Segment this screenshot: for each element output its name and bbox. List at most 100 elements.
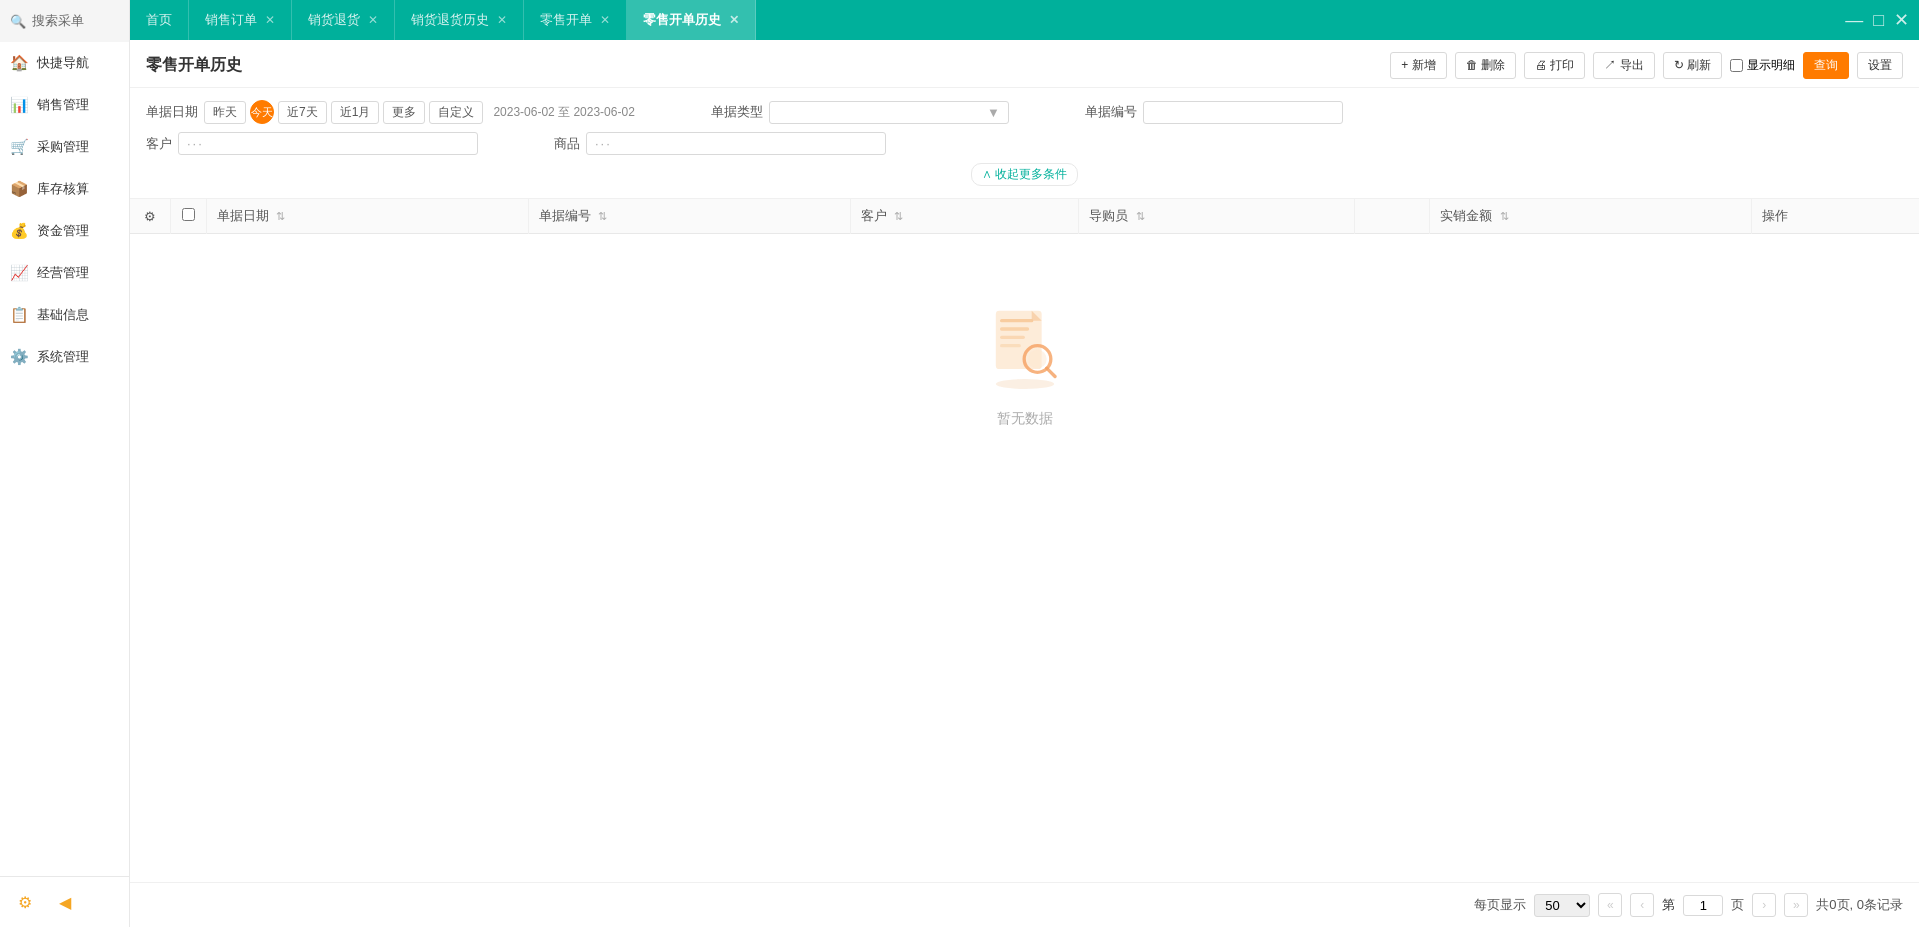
sidebar-item-label: 销售管理 bbox=[37, 96, 89, 114]
date-more[interactable]: 更多 bbox=[383, 101, 425, 124]
sidebar-item-purchase-mgmt[interactable]: 🛒采购管理 bbox=[0, 126, 129, 168]
customer-filter: 客户 ··· bbox=[146, 132, 478, 155]
sidebar-item-label: 采购管理 bbox=[37, 138, 89, 156]
tab-close-sales-return-history[interactable]: ✕ bbox=[497, 13, 507, 27]
number-sort-icon[interactable]: ⇅ bbox=[598, 210, 607, 222]
th-amount: 实销金额 ⇅ bbox=[1430, 199, 1752, 234]
tab-label: 首页 bbox=[146, 11, 172, 29]
filter-row-2: 客户 ··· 商品 ··· bbox=[146, 132, 1903, 155]
date-sort-icon[interactable]: ⇅ bbox=[276, 210, 285, 222]
type-label: 单据类型 bbox=[711, 103, 763, 121]
sidebar-item-finance[interactable]: 💰资金管理 bbox=[0, 210, 129, 252]
operations-icon: 📈 bbox=[10, 264, 29, 282]
date-7days[interactable]: 近7天 bbox=[278, 101, 327, 124]
number-label: 单据编号 bbox=[1085, 103, 1137, 121]
tab-retail-open-history[interactable]: 零售开单历史✕ bbox=[627, 0, 756, 40]
search-icon: 🔍 bbox=[10, 14, 26, 29]
th-checkbox[interactable] bbox=[170, 199, 206, 234]
sidebar-settings-btn[interactable]: ⚙ bbox=[10, 887, 40, 917]
page-title: 零售开单历史 bbox=[146, 55, 242, 76]
sidebar-item-label: 经营管理 bbox=[37, 264, 89, 282]
tab-sales-order[interactable]: 销售订单✕ bbox=[189, 0, 292, 40]
filter-row-1: 单据日期 昨天 今天 近7天 近1月 更多 自定义 2023-06-02 至 2… bbox=[146, 100, 1903, 124]
tab-bar: 首页销售订单✕销货退货✕销货退货历史✕零售开单✕零售开单历史✕ — □ ✕ bbox=[130, 0, 1919, 40]
customer-sort-icon[interactable]: ⇅ bbox=[894, 210, 903, 222]
goods-select[interactable]: ··· bbox=[586, 132, 886, 155]
date-today[interactable]: 今天 bbox=[250, 100, 274, 124]
tab-close-retail-open[interactable]: ✕ bbox=[600, 13, 610, 27]
display-cols-checkbox[interactable]: 显示明细 bbox=[1730, 57, 1795, 74]
sidebar-collapse-btn[interactable]: ◀ bbox=[50, 887, 80, 917]
per-page-label: 每页显示 bbox=[1474, 896, 1526, 914]
page-word: 第 bbox=[1662, 896, 1675, 914]
date-1month[interactable]: 近1月 bbox=[331, 101, 380, 124]
sidebar-item-sys-mgmt[interactable]: ⚙️系统管理 bbox=[0, 336, 129, 378]
sidebar-search-btn[interactable]: 🔍 搜索采单 bbox=[0, 0, 129, 42]
per-page-select[interactable]: 50 10 20 100 bbox=[1534, 894, 1590, 917]
settings-btn[interactable]: 设置 bbox=[1857, 52, 1903, 79]
tab-label: 销货退货历史 bbox=[411, 11, 489, 29]
delete-btn[interactable]: 🗑 删除 bbox=[1455, 52, 1516, 79]
tab-sales-return-history[interactable]: 销货退货历史 ✕ bbox=[395, 0, 524, 40]
svg-rect-2 bbox=[1000, 319, 1033, 322]
tab-sales-return[interactable]: 销货退货 ✕ bbox=[292, 0, 395, 40]
minimize-btn[interactable]: — bbox=[1845, 10, 1863, 31]
customer-select[interactable]: ··· bbox=[178, 132, 478, 155]
refresh-btn[interactable]: ↻ 刷新 bbox=[1663, 52, 1722, 79]
goods-dots: ··· bbox=[595, 136, 612, 151]
sidebar-item-label: 快捷导航 bbox=[37, 54, 89, 72]
number-input[interactable] bbox=[1143, 101, 1343, 124]
date-yesterday[interactable]: 昨天 bbox=[204, 101, 246, 124]
th-action: 操作 bbox=[1752, 199, 1919, 234]
page-number-input[interactable] bbox=[1683, 895, 1723, 916]
select-all-checkbox[interactable] bbox=[182, 208, 195, 221]
date-label: 单据日期 bbox=[146, 103, 198, 121]
empty-icon bbox=[975, 294, 1075, 394]
tab-label: 零售开单 bbox=[540, 11, 592, 29]
sys-mgmt-icon: ⚙️ bbox=[10, 348, 29, 366]
data-table: ⚙ 单据日期 ⇅ 单据编号 ⇅ 客户 bbox=[130, 199, 1919, 234]
tab-label: 销货退货 bbox=[308, 11, 360, 29]
sidebar-item-sales-mgmt[interactable]: 📊 销售管理 bbox=[0, 84, 129, 126]
last-page-btn[interactable]: » bbox=[1784, 893, 1808, 917]
amount-sort-icon[interactable]: ⇅ bbox=[1500, 210, 1509, 222]
collapse-btn[interactable]: ∧ 收起更多条件 bbox=[971, 163, 1078, 186]
finance-icon: 💰 bbox=[10, 222, 29, 240]
display-cols-input[interactable] bbox=[1730, 59, 1743, 72]
type-select[interactable]: ▼ bbox=[769, 101, 1009, 124]
tab-retail-open[interactable]: 零售开单 ✕ bbox=[524, 0, 627, 40]
add-btn[interactable]: + 新增 bbox=[1390, 52, 1446, 79]
sidebar-item-inventory[interactable]: 📦库存核算 bbox=[0, 168, 129, 210]
th-gear[interactable]: ⚙ bbox=[130, 199, 170, 234]
tab-close-retail-open-history[interactable]: ✕ bbox=[729, 13, 739, 27]
tab-close-sales-return[interactable]: ✕ bbox=[368, 13, 378, 27]
salesperson-sort-icon[interactable]: ⇅ bbox=[1136, 210, 1145, 222]
print-btn[interactable]: 🖨 打印 bbox=[1524, 52, 1585, 79]
sidebar-item-base-info[interactable]: 📋基础信息 bbox=[0, 294, 129, 336]
svg-rect-3 bbox=[1000, 327, 1029, 330]
sidebar-item-label: 库存核算 bbox=[37, 180, 89, 198]
prev-page-btn[interactable]: ‹ bbox=[1630, 893, 1654, 917]
customer-dots: ··· bbox=[187, 136, 204, 151]
first-page-btn[interactable]: « bbox=[1598, 893, 1622, 917]
page-summary: 共0页, 0条记录 bbox=[1816, 896, 1903, 914]
sidebar-nav: 🏠快捷导航 📊 销售管理 🛒采购管理📦库存核算💰资金管理 📈 经营管理 📋基础信息⚙️系统管… bbox=[0, 42, 129, 876]
th-spacer bbox=[1354, 199, 1429, 234]
close-btn[interactable]: ✕ bbox=[1894, 9, 1909, 31]
table-header-row: ⚙ 单据日期 ⇅ 单据编号 ⇅ 客户 bbox=[130, 199, 1919, 234]
base-info-icon: 📋 bbox=[10, 306, 29, 324]
customer-label: 客户 bbox=[146, 135, 172, 153]
date-custom[interactable]: 自定义 bbox=[429, 101, 483, 124]
date-filter: 单据日期 昨天 今天 近7天 近1月 更多 自定义 2023-06-02 至 2… bbox=[146, 100, 635, 124]
sidebar-item-operations[interactable]: 📈 经营管理 bbox=[0, 252, 129, 294]
maximize-btn[interactable]: □ bbox=[1873, 10, 1884, 31]
sales-mgmt-icon: 📊 bbox=[10, 96, 29, 114]
th-salesperson: 导购员 ⇅ bbox=[1079, 199, 1354, 234]
filter-area: 单据日期 昨天 今天 近7天 近1月 更多 自定义 2023-06-02 至 2… bbox=[130, 88, 1919, 199]
sidebar-item-quick-nav[interactable]: 🏠快捷导航 bbox=[0, 42, 129, 84]
tab-close-sales-order[interactable]: ✕ bbox=[265, 13, 275, 27]
query-btn[interactable]: 查询 bbox=[1803, 52, 1849, 79]
tab-home[interactable]: 首页 bbox=[130, 0, 189, 40]
export-btn[interactable]: ↗ 导出 bbox=[1593, 52, 1654, 79]
next-page-btn[interactable]: › bbox=[1752, 893, 1776, 917]
